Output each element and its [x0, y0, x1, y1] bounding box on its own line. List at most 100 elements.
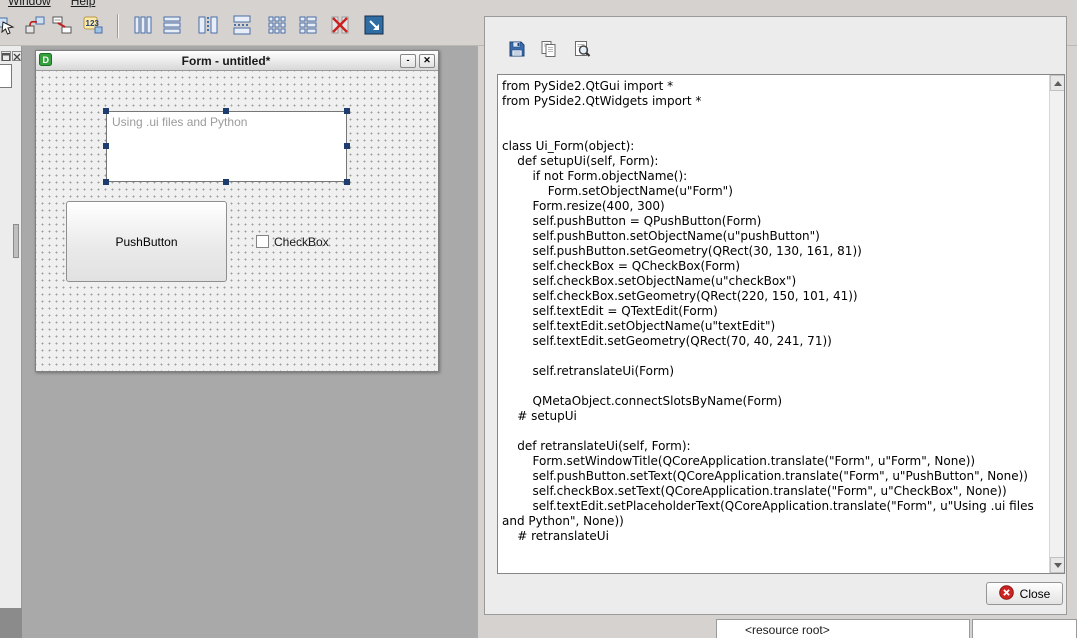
dock-float-icon [2, 49, 10, 64]
layout-grid-icon [266, 14, 288, 39]
layout-grid-button[interactable] [264, 13, 290, 39]
selection-handle-n[interactable] [223, 108, 229, 114]
dock-close-icon [13, 49, 21, 64]
pushbutton-widget[interactable]: PushButton [66, 201, 227, 282]
code-line: self.pushButton.setObjectName(u"pushButt… [502, 229, 1046, 244]
edit-widgets-icon [0, 14, 16, 39]
code-content: from PySide2.QtGui import *from PySide2.… [502, 79, 1046, 571]
form-window-title: Form - untitled* [55, 54, 397, 68]
code-line: Form.resize(400, 300) [502, 199, 1046, 214]
svg-text:D: D [43, 55, 50, 65]
layout-horizontal-splitter-icon [197, 14, 219, 39]
adjust-size-button[interactable] [361, 13, 387, 39]
code-line [502, 379, 1046, 394]
layout-vertical-splitter-button[interactable] [229, 13, 255, 39]
left-dock-strip [0, 46, 22, 638]
code-vertical-scrollbar[interactable] [1049, 75, 1064, 573]
checkbox-label: CheckBox [274, 235, 329, 249]
scroll-down-button[interactable] [1050, 557, 1065, 573]
form-window-icon: D [39, 53, 52, 69]
toolbar-separator [117, 14, 119, 38]
find-icon [572, 39, 592, 62]
menubar: Window Help [0, 0, 1077, 9]
close-button-label: Close [1020, 587, 1051, 601]
close-button-icon [999, 585, 1014, 603]
form-close-button[interactable]: ✕ [419, 54, 435, 68]
layout-form-button[interactable] [295, 13, 321, 39]
dock-filter-input[interactable] [0, 64, 12, 88]
edit-widgets-button[interactable] [0, 13, 18, 39]
resource-root-item[interactable]: <resource root> [716, 619, 970, 638]
resource-panel-secondary [972, 619, 1077, 638]
dock-scrollbar-thumb[interactable] [13, 224, 19, 258]
menu-help[interactable]: Help [71, 0, 96, 8]
code-line: if not Form.objectName(): [502, 169, 1046, 184]
scroll-down-icon [1054, 563, 1062, 568]
layout-vertical-icon [161, 14, 183, 39]
close-button[interactable]: Close [986, 582, 1063, 605]
save-icon [507, 39, 527, 62]
code-line: self.textEdit = QTextEdit(Form) [502, 304, 1046, 319]
code-line: self.pushButton.setText(QCoreApplication… [502, 469, 1046, 484]
break-layout-button[interactable] [327, 13, 353, 39]
code-line: from PySide2.QtGui import * [502, 79, 1046, 94]
textedit-widget[interactable]: Using .ui files and Python [106, 111, 347, 182]
save-code-button[interactable] [504, 37, 530, 63]
code-line [502, 424, 1046, 439]
edit-tab-order-icon: 123 [82, 14, 104, 39]
code-line: self.retranslateUi(Form) [502, 364, 1046, 379]
textedit-placeholder: Using .ui files and Python [112, 115, 341, 129]
form-designer-window: D Form - untitled* - ✕ Using .ui files a… [35, 50, 439, 372]
dock-close-button[interactable] [12, 51, 22, 61]
selection-handle-ne[interactable] [344, 108, 350, 114]
copy-code-button[interactable] [536, 37, 562, 63]
layout-horizontal-icon [132, 14, 154, 39]
form-minimize-button[interactable]: - [400, 54, 416, 68]
break-layout-icon [329, 14, 351, 39]
code-line: def setupUi(self, Form): [502, 154, 1046, 169]
form-titlebar[interactable]: D Form - untitled* - ✕ [36, 51, 438, 71]
selection-handle-e[interactable] [344, 143, 350, 149]
edit-buddies-button[interactable] [49, 13, 75, 39]
selection-handle-w[interactable] [103, 143, 109, 149]
code-line: class Ui_Form(object): [502, 139, 1046, 154]
code-line: self.checkBox.setObjectName(u"checkBox") [502, 274, 1046, 289]
code-line: self.pushButton = QPushButton(Form) [502, 214, 1046, 229]
selection-handle-se[interactable] [344, 179, 350, 185]
find-code-button[interactable] [569, 37, 595, 63]
menu-window[interactable]: Window [8, 0, 51, 8]
layout-horizontally-button[interactable] [130, 13, 156, 39]
form-canvas[interactable]: Using .ui files and Python PushButton Ch… [36, 71, 438, 371]
code-line: self.checkBox.setText(QCoreApplication.t… [502, 484, 1046, 499]
code-line [502, 109, 1046, 124]
edit-signals-slots-button[interactable] [22, 13, 48, 39]
resource-root-label: <resource root> [745, 623, 830, 637]
code-line [502, 349, 1046, 364]
code-line: and Python", None)) [502, 514, 1046, 529]
adjust-size-icon [363, 14, 385, 39]
edit-buddies-icon [51, 14, 73, 39]
code-line: self.pushButton.setGeometry(QRect(30, 13… [502, 244, 1046, 259]
code-line: # setupUi [502, 409, 1046, 424]
checkbox-widget[interactable]: CheckBox [256, 221, 357, 262]
code-line: from PySide2.QtWidgets import * [502, 94, 1046, 109]
code-line: self.checkBox.setGeometry(QRect(220, 150… [502, 289, 1046, 304]
layout-vertically-button[interactable] [159, 13, 185, 39]
code-line: self.textEdit.setGeometry(QRect(70, 40, … [502, 334, 1046, 349]
selection-handle-sw[interactable] [103, 179, 109, 185]
dock-float-button[interactable] [1, 51, 11, 61]
code-line: Form.setWindowTitle(QCoreApplication.tra… [502, 454, 1046, 469]
layout-vertical-splitter-icon [231, 14, 253, 39]
code-line: self.checkBox = QCheckBox(Form) [502, 259, 1046, 274]
layout-horizontal-splitter-button[interactable] [195, 13, 221, 39]
selection-handle-s[interactable] [223, 179, 229, 185]
code-line [502, 124, 1046, 139]
selection-handle-nw[interactable] [103, 108, 109, 114]
code-view[interactable]: from PySide2.QtGui import *from PySide2.… [497, 74, 1065, 574]
edit-tab-order-button[interactable]: 123 [80, 13, 106, 39]
edit-signals-slots-icon [24, 14, 46, 39]
scroll-up-button[interactable] [1050, 75, 1065, 91]
qt-designer-window: Window Help 123 [0, 0, 1077, 638]
code-line: # retranslateUi [502, 529, 1046, 544]
code-line: self.textEdit.setPlaceholderText(QCoreAp… [502, 499, 1046, 514]
